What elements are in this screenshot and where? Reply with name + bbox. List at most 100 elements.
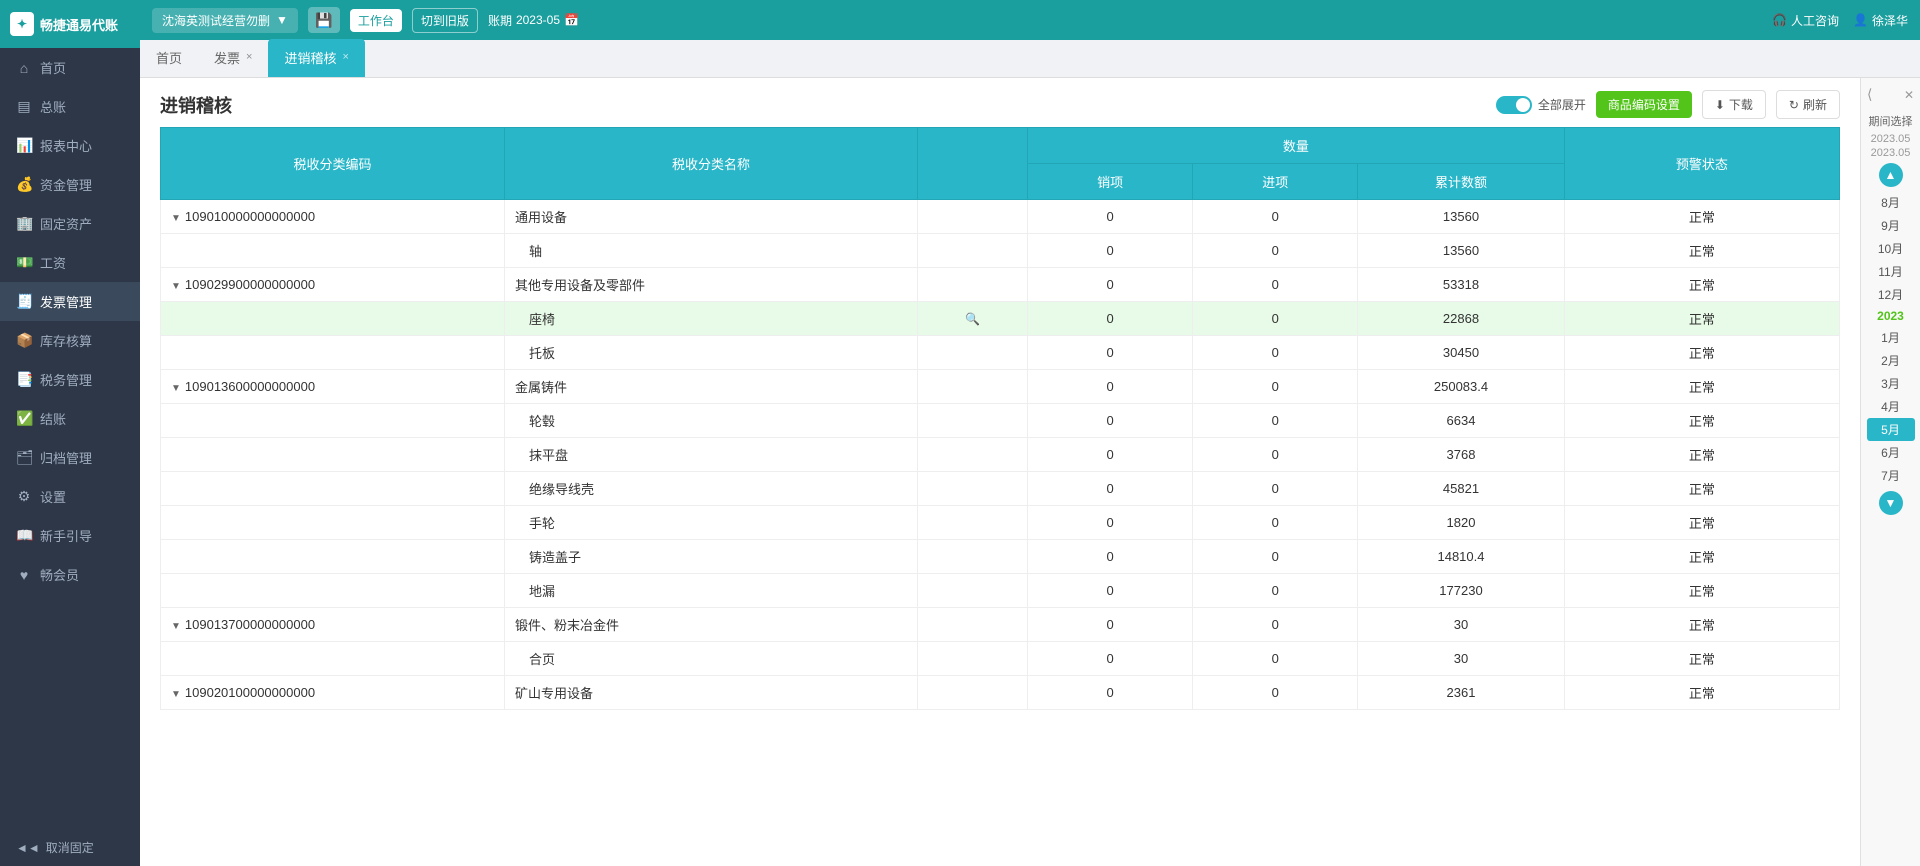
- period-select-label: 期间选择: [1867, 111, 1915, 131]
- sidebar-item-inventory[interactable]: 📦 库存核算: [0, 321, 140, 360]
- ledger-icon: ▤: [16, 98, 32, 115]
- panel-close-btn[interactable]: ✕: [1904, 88, 1914, 102]
- settle-icon: ✅: [16, 410, 32, 427]
- sidebar-item-reports[interactable]: 📊 报表中心: [0, 126, 140, 165]
- company-selector[interactable]: 沈海英测试经营勿删 ▼: [152, 8, 298, 33]
- table-cell-purchase: 0: [1193, 642, 1358, 676]
- table-row: [161, 438, 505, 472]
- table-cell-total: 250083.4: [1358, 370, 1564, 404]
- right-panel: ⟨ ✕ 期间选择 2023.05 2023.05 ▲ 8月9月10月11月12月…: [1860, 78, 1920, 866]
- table-cell-name: 金属铸件: [505, 370, 918, 404]
- table-cell-alert: 正常: [1564, 370, 1839, 404]
- expand-all-toggle[interactable]: 全部展开: [1496, 96, 1586, 114]
- sidebar-item-settle[interactable]: ✅ 结账: [0, 399, 140, 438]
- table-cell-sales: 0: [1028, 370, 1193, 404]
- table-row: [161, 234, 505, 268]
- expand-row-icon[interactable]: ▼: [171, 281, 181, 292]
- download-btn[interactable]: ⬇ 下载: [1702, 90, 1766, 119]
- sidebar-item-funds[interactable]: 💰 资金管理: [0, 165, 140, 204]
- table-cell-empty: [917, 404, 1027, 438]
- headset-icon: 🎧: [1772, 13, 1787, 27]
- sidebar-item-settings[interactable]: ⚙ 设置: [0, 477, 140, 516]
- table-cell-alert: 正常: [1564, 608, 1839, 642]
- scroll-down-btn[interactable]: ▼: [1879, 491, 1903, 515]
- month-btn[interactable]: 12月: [1867, 283, 1915, 306]
- user-profile[interactable]: 👤 徐泽华: [1853, 12, 1908, 29]
- scroll-up-btn[interactable]: ▲: [1879, 163, 1903, 187]
- sidebar-item-home[interactable]: ⌂ 首页: [0, 48, 140, 87]
- expand-toggle-switch[interactable]: [1496, 96, 1532, 114]
- table-cell-search[interactable]: 🔍: [917, 302, 1027, 336]
- month-btn[interactable]: 3月: [1867, 372, 1915, 395]
- sidebar-item-member[interactable]: ♥ 畅会员: [0, 555, 140, 594]
- th-tax-code: 税收分类编码: [161, 128, 505, 200]
- table-cell-empty: [917, 438, 1027, 472]
- workbench-button[interactable]: 工作台: [350, 9, 402, 32]
- th-total: 累计数额: [1358, 164, 1564, 200]
- page-actions: 全部展开 商品编码设置 ⬇ 下载 ↻ 刷新: [1496, 90, 1840, 119]
- period-label: 账期: [488, 12, 512, 29]
- table-cell-empty: [917, 472, 1027, 506]
- expand-row-icon[interactable]: ▼: [171, 213, 181, 224]
- tab-reconcile[interactable]: 进销稽核 ×: [268, 39, 364, 77]
- table-cell-purchase: 0: [1193, 540, 1358, 574]
- service-label: 人工咨询: [1791, 12, 1839, 29]
- sidebar-item-tax[interactable]: 📑 税务管理: [0, 360, 140, 399]
- service-button[interactable]: 🎧 人工咨询: [1772, 12, 1839, 29]
- sidebar-item-archive[interactable]: 🗂 归档管理: [0, 438, 140, 477]
- table-row: [161, 404, 505, 438]
- table-cell-name: 矿山专用设备: [505, 676, 918, 710]
- month-btn[interactable]: 9月: [1867, 214, 1915, 237]
- expand-row-icon[interactable]: ▼: [171, 689, 181, 700]
- expand-row-icon[interactable]: ▼: [171, 383, 181, 394]
- table-cell-alert: 正常: [1564, 506, 1839, 540]
- tab-invoice-close[interactable]: ×: [246, 51, 252, 63]
- logo-icon: ✦: [10, 12, 34, 36]
- sidebar-item-payroll[interactable]: 💵 工资: [0, 243, 140, 282]
- table-row: ▼109013700000000000: [161, 608, 505, 642]
- refresh-btn[interactable]: ↻ 刷新: [1776, 90, 1840, 119]
- month-btn[interactable]: 11月: [1867, 260, 1915, 283]
- tab-invoice[interactable]: 发票 ×: [198, 39, 268, 77]
- product-code-btn[interactable]: 商品编码设置: [1596, 91, 1692, 118]
- sidebar-item-assets[interactable]: 🏢 固定资产: [0, 204, 140, 243]
- period-value-top2: 2023.05: [1871, 147, 1911, 159]
- month-btn[interactable]: 2023: [1867, 306, 1915, 326]
- save-icon-btn[interactable]: 💾: [308, 7, 340, 33]
- month-btn[interactable]: 8月: [1867, 191, 1915, 214]
- month-btn[interactable]: 7月: [1867, 464, 1915, 487]
- th-quantity: 数量: [1028, 128, 1565, 164]
- month-btn[interactable]: 2月: [1867, 349, 1915, 372]
- user-avatar-icon: 👤: [1853, 13, 1868, 27]
- table-cell-empty: [917, 336, 1027, 370]
- tab-home[interactable]: 首页: [140, 39, 198, 77]
- table-cell-alert: 正常: [1564, 234, 1839, 268]
- tabs-bar: 首页 发票 × 进销稽核 ×: [140, 40, 1920, 78]
- month-btn[interactable]: 1月: [1867, 326, 1915, 349]
- month-btn[interactable]: 10月: [1867, 237, 1915, 260]
- table-row: [161, 574, 505, 608]
- switch-version-button[interactable]: 切到旧版: [412, 8, 478, 33]
- sidebar-item-label: 报表中心: [40, 136, 92, 155]
- app-name: 畅捷通易代账: [40, 15, 118, 34]
- sidebar: ✦ 畅捷通易代账 ⌂ 首页 ▤ 总账 📊 报表中心 💰 资金管理 🏢 固定资产 …: [0, 0, 140, 866]
- expand-row-icon[interactable]: ▼: [171, 621, 181, 632]
- calendar-icon[interactable]: 📅: [564, 13, 579, 27]
- tab-reconcile-close[interactable]: ×: [342, 51, 348, 63]
- funds-icon: 💰: [16, 176, 32, 193]
- month-btn[interactable]: 6月: [1867, 441, 1915, 464]
- sidebar-item-ledger[interactable]: ▤ 总账: [0, 87, 140, 126]
- sidebar-item-guide[interactable]: 📖 新手引导: [0, 516, 140, 555]
- sidebar-unpin[interactable]: ◄◄ 取消固定: [0, 829, 140, 866]
- table-row: [161, 472, 505, 506]
- table-cell-name: 座椅: [505, 302, 918, 336]
- sidebar-item-invoice[interactable]: 🧾 发票管理: [0, 282, 140, 321]
- download-icon: ⬇: [1715, 98, 1725, 112]
- panel-collapse-btn[interactable]: ⟨: [1867, 86, 1872, 103]
- content-area: 进销稽核 全部展开 商品编码设置 ⬇ 下载 ↻ 刷新: [140, 78, 1920, 866]
- table-cell-alert: 正常: [1564, 200, 1839, 234]
- month-btn[interactable]: 5月: [1867, 418, 1915, 441]
- th-alert: 预警状态: [1564, 128, 1839, 200]
- period-value: 2023-05: [516, 13, 560, 27]
- month-btn[interactable]: 4月: [1867, 395, 1915, 418]
